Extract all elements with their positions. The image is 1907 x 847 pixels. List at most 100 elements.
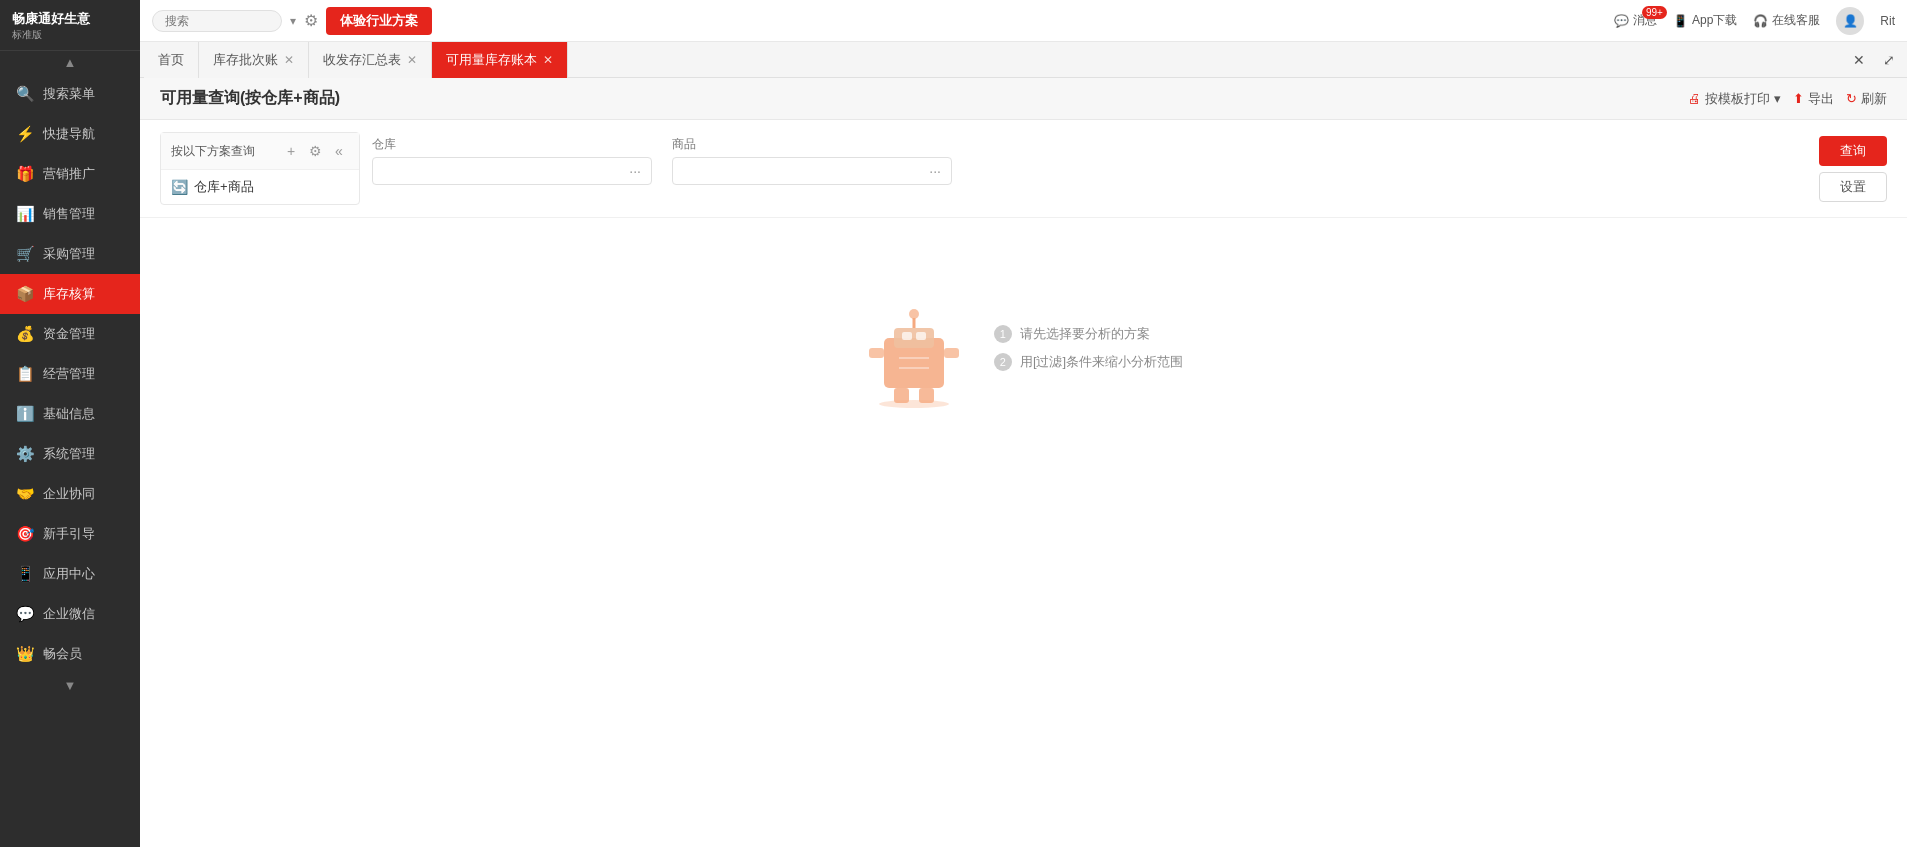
- sidebar-item-应用中心[interactable]: 📱应用中心: [0, 554, 140, 594]
- filter-warehouse-input-wrap: ···: [372, 157, 652, 185]
- svg-rect-9: [944, 348, 959, 358]
- tab-close-2[interactable]: ✕: [407, 53, 417, 67]
- query-button[interactable]: 查询: [1819, 136, 1887, 166]
- topbar-right: 💬 消息 99+ 📱 App下载 🎧 在线客服 👤 Rit: [1614, 7, 1895, 35]
- tab-首页[interactable]: 首页: [144, 42, 199, 78]
- scheme-title: 按以下方案查询: [171, 143, 255, 160]
- user-avatar[interactable]: 👤: [1836, 7, 1864, 35]
- tab-label-0: 首页: [158, 51, 184, 69]
- print-btn[interactable]: 🖨 按模板打印 ▾: [1688, 90, 1781, 108]
- topbar-search-input[interactable]: [152, 10, 282, 32]
- sidebar-nav: ▲ 🔍 搜索菜单 ⚡ 快捷导航 🎁 营销推广 📊销售管理 🛒 采购管理 📦 库存核算 💰 资金管理 📋经营…: [0, 51, 140, 847]
- sidebar-item-搜索菜单[interactable]: 🔍 搜索菜单: [0, 74, 140, 114]
- sidebar-item-采购管理[interactable]: 🛒 采购管理: [0, 234, 140, 274]
- svg-point-12: [879, 400, 949, 408]
- topbar-app-download[interactable]: 📱 App下载: [1673, 12, 1737, 29]
- sidebar-item-新手引导[interactable]: 🎯新手引导: [0, 514, 140, 554]
- sidebar-icon-4: 🛒: [16, 245, 35, 263]
- filter-product-input[interactable]: [683, 164, 923, 179]
- topbar-dropdown-icon[interactable]: ▾: [290, 14, 296, 28]
- sidebar-item-库存核算[interactable]: 📦 库存核算: [0, 274, 140, 314]
- filter-warehouse-input[interactable]: [383, 164, 623, 179]
- tabbar-controls: ✕ ⤢: [1845, 46, 1907, 74]
- sidebar-label-6: 资金管理: [43, 325, 95, 343]
- sidebar-icon-0: 🔍: [16, 85, 35, 103]
- tab-收发存汇总表[interactable]: 收发存汇总表✕: [309, 42, 432, 78]
- sidebar-item-企业协同[interactable]: 🤝企业协同: [0, 474, 140, 514]
- hint-text-2: 用[过滤]条件来缩小分析范围: [1020, 353, 1183, 371]
- print-dropdown-icon[interactable]: ▾: [1774, 91, 1781, 106]
- sidebar-label-5: 库存核算: [43, 285, 95, 303]
- sidebar-icon-2: 🎁: [16, 165, 35, 183]
- tab-可用量库存账本[interactable]: 可用量库存账本 ✕: [432, 42, 568, 78]
- empty-state-content: 1 请先选择要分析的方案 2 用[过滤]条件来缩小分析范围: [864, 298, 1183, 398]
- svg-point-5: [909, 309, 919, 319]
- filter-area: 仓库 ··· 商品 ···: [372, 132, 1807, 185]
- sidebar-label-4: 采购管理: [43, 245, 95, 263]
- settings-button[interactable]: 设置: [1819, 172, 1887, 202]
- filter-warehouse-more-icon[interactable]: ···: [629, 163, 641, 179]
- sidebar-icon-6: 💰: [16, 325, 35, 343]
- topbar-online-service[interactable]: 🎧 在线客服: [1753, 12, 1820, 29]
- sidebar-scroll-down[interactable]: ▼: [0, 674, 140, 697]
- sidebar-item-销售管理[interactable]: 📊销售管理: [0, 194, 140, 234]
- sidebar-label-1: 快捷导航: [43, 125, 95, 143]
- sidebar-icon-14: 👑: [16, 645, 35, 663]
- main-area: ▾ ⚙ 体验行业方案 💬 消息 99+ 📱 App下载 🎧 在线客服 👤 Rit…: [140, 0, 1907, 847]
- refresh-btn[interactable]: ↻ 刷新: [1846, 90, 1887, 108]
- sidebar-logo: 畅康通好生意 标准版: [0, 0, 140, 51]
- query-actions: 查询 设置: [1819, 132, 1887, 202]
- tab-close-3[interactable]: ✕: [543, 53, 553, 67]
- sidebar-label-0: 搜索菜单: [43, 85, 95, 103]
- scheme-collapse-btn[interactable]: «: [329, 141, 349, 161]
- username[interactable]: Rit: [1880, 14, 1895, 28]
- service-label: 在线客服: [1772, 12, 1820, 29]
- topbar: ▾ ⚙ 体验行业方案 💬 消息 99+ 📱 App下载 🎧 在线客服 👤 Rit: [140, 0, 1907, 42]
- svg-rect-2: [902, 332, 912, 340]
- topbar-message[interactable]: 💬 消息 99+: [1614, 12, 1657, 29]
- export-icon: ⬆: [1793, 91, 1804, 106]
- scheme-add-btn[interactable]: +: [281, 141, 301, 161]
- sidebar-item-营销推广[interactable]: 🎁 营销推广: [0, 154, 140, 194]
- sidebar-icon-13: 💬: [16, 605, 35, 623]
- sidebar-item-资金管理[interactable]: 💰 资金管理: [0, 314, 140, 354]
- sidebar-icon-5: 📦: [16, 285, 35, 303]
- hint-text-1: 请先选择要分析的方案: [1020, 325, 1150, 343]
- scheme-header: 按以下方案查询 + ⚙ «: [161, 133, 359, 170]
- sidebar-item-快捷导航[interactable]: ⚡ 快捷导航: [0, 114, 140, 154]
- page-content: 可用量查询(按仓库+商品) 🖨 按模板打印 ▾ ⬆ 导出 ↻ 刷新: [140, 78, 1907, 847]
- topbar-gear-icon[interactable]: ⚙: [304, 11, 318, 30]
- message-icon: 💬: [1614, 14, 1629, 28]
- sidebar-icon-11: 🎯: [16, 525, 35, 543]
- sidebar-item-系统管理[interactable]: ⚙️系统管理: [0, 434, 140, 474]
- refresh-label: 刷新: [1861, 90, 1887, 108]
- filter-warehouse-label: 仓库: [372, 136, 652, 153]
- page-header-actions: 🖨 按模板打印 ▾ ⬆ 导出 ↻ 刷新: [1688, 90, 1887, 108]
- sidebar-item-畅会员[interactable]: 👑畅会员: [0, 634, 140, 674]
- query-section: 按以下方案查询 + ⚙ « 🔄 仓库+商品 仓库: [140, 120, 1907, 218]
- sidebar: 畅康通好生意 标准版 ▲ 🔍 搜索菜单 ⚡ 快捷导航 🎁 营销推广 📊销售管理 🛒 采购管理 📦 库…: [0, 0, 140, 847]
- hint-item-2: 2 用[过滤]条件来缩小分析范围: [994, 353, 1183, 371]
- tab-close-btn[interactable]: ✕: [1845, 46, 1873, 74]
- tab-expand-btn[interactable]: ⤢: [1875, 46, 1903, 74]
- sidebar-item-企业微信[interactable]: 💬企业微信: [0, 594, 140, 634]
- sidebar-icon-1: ⚡: [16, 125, 35, 143]
- sidebar-item-基础信息[interactable]: ℹ️基础信息: [0, 394, 140, 434]
- scheme-settings-btn[interactable]: ⚙: [305, 141, 325, 161]
- svg-rect-3: [916, 332, 926, 340]
- print-icon: 🖨: [1688, 91, 1701, 106]
- tab-库存批次账[interactable]: 库存批次账✕: [199, 42, 309, 78]
- export-btn[interactable]: ⬆ 导出: [1793, 90, 1834, 108]
- tab-label-3: 可用量库存账本: [446, 51, 537, 69]
- tab-close-1[interactable]: ✕: [284, 53, 294, 67]
- scheme-item-warehouse-product[interactable]: 🔄 仓库+商品: [161, 170, 359, 204]
- sidebar-item-经营管理[interactable]: 📋经营管理: [0, 354, 140, 394]
- filter-product-label: 商品: [672, 136, 952, 153]
- filter-product-more-icon[interactable]: ···: [929, 163, 941, 179]
- sidebar-icon-7: 📋: [16, 365, 35, 383]
- sidebar-scroll-up[interactable]: ▲: [0, 51, 140, 74]
- trial-btn[interactable]: 体验行业方案: [326, 7, 432, 35]
- sidebar-label-2: 营销推广: [43, 165, 95, 183]
- brand-sub: 标准版: [12, 28, 128, 42]
- sidebar-label-8: 基础信息: [43, 405, 95, 423]
